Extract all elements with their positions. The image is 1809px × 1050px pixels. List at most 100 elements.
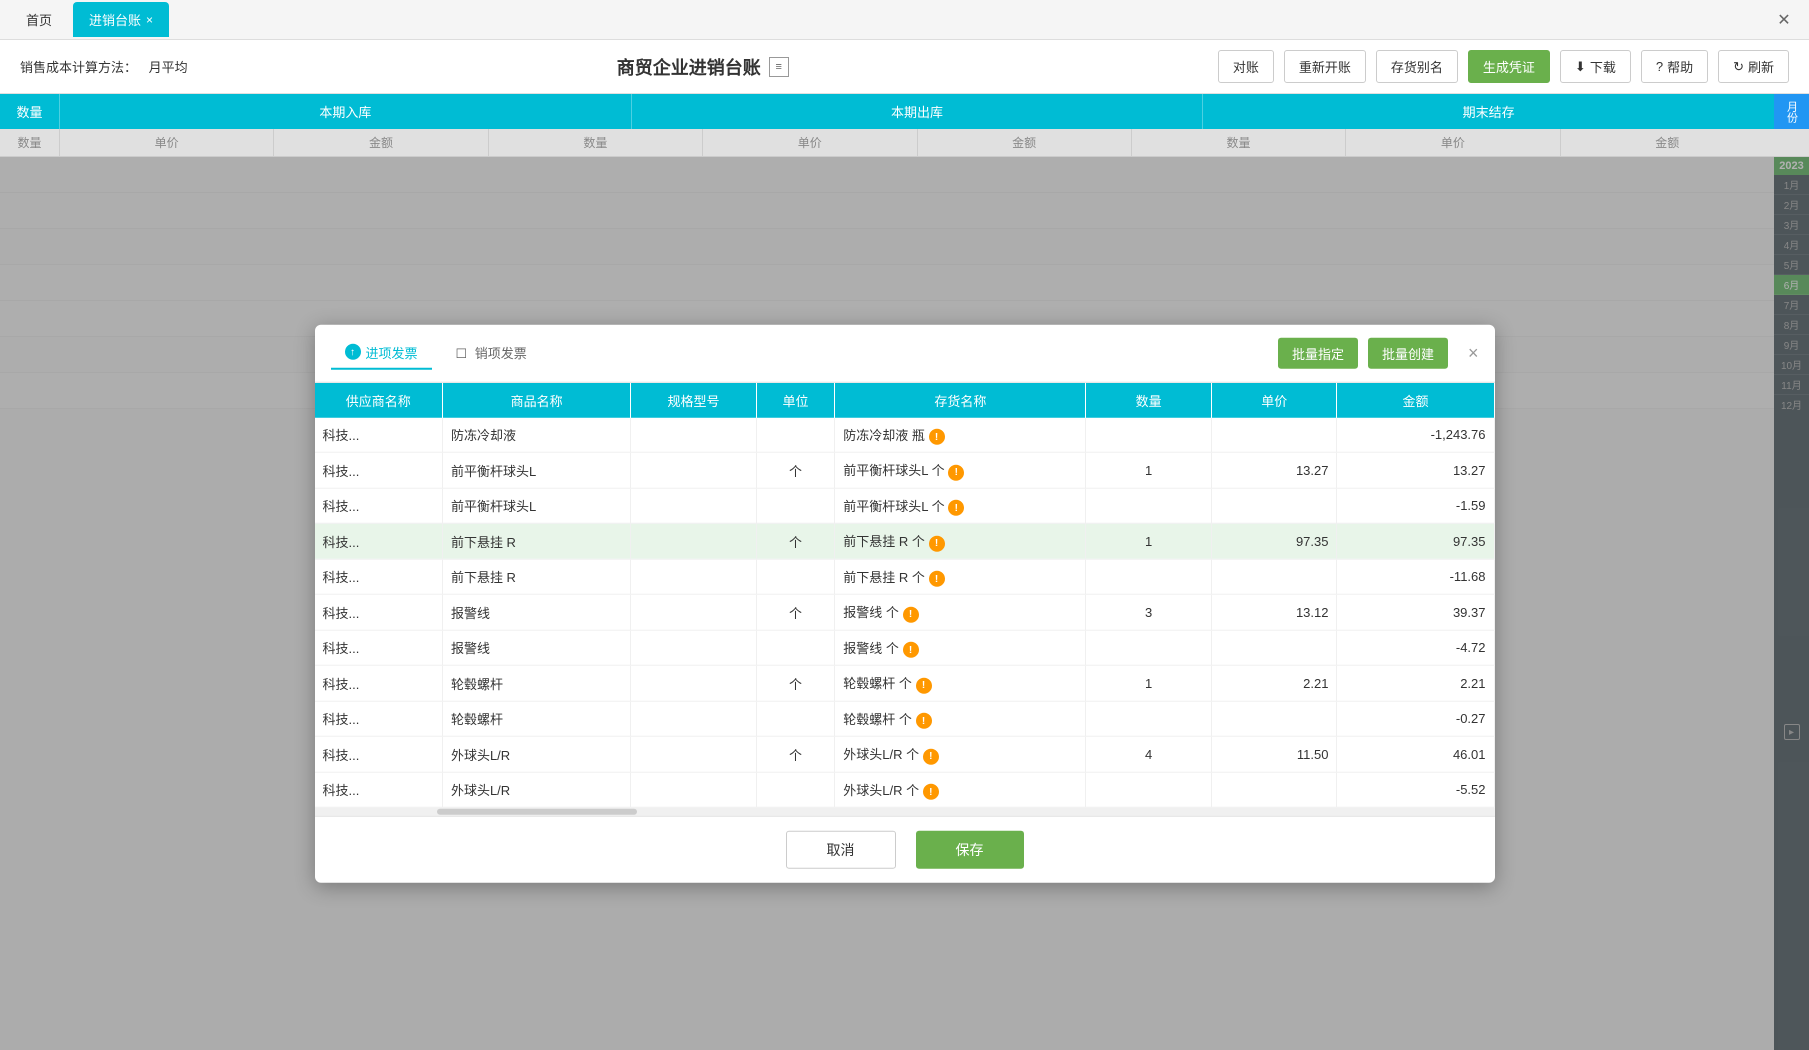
table-cell: 13.27: [1211, 452, 1337, 488]
table-row[interactable]: 科技...报警线报警线 个 !-4.72: [315, 630, 1495, 666]
col-quantity: 数量: [1086, 382, 1212, 417]
table-cell: 13.12: [1211, 594, 1337, 630]
table-cell: 报警线: [442, 594, 630, 630]
table-row[interactable]: 科技...外球头L/R个外球头L/R 个 !411.5046.01: [315, 736, 1495, 772]
table-cell: 个: [756, 665, 834, 701]
table-cell: -11.68: [1337, 559, 1494, 595]
table-cell: [1086, 559, 1212, 595]
batch-assign-button[interactable]: 批量指定: [1278, 337, 1358, 368]
warning-icon: !: [929, 571, 945, 587]
table-cell: 个: [756, 452, 834, 488]
help-label: 帮助: [1667, 57, 1693, 76]
rename-stock-button[interactable]: 存货别名: [1376, 50, 1458, 83]
table-cell: 外球头L/R: [442, 736, 630, 772]
col-product: 商品名称: [442, 382, 630, 417]
col-stock: 存货名称: [835, 382, 1086, 417]
cancel-button[interactable]: 取消: [786, 831, 896, 869]
scrollbar-thumb[interactable]: [437, 809, 637, 815]
table-cell: [1086, 630, 1212, 666]
tab-close-icon[interactable]: ×: [146, 13, 153, 27]
table-row[interactable]: 科技...轮毂螺杆轮毂螺杆 个 !-0.27: [315, 701, 1495, 737]
cost-method-section: 销售成本计算方法： 月平均: [20, 57, 188, 76]
table-cell: [1086, 701, 1212, 737]
table-cell: 外球头L/R: [442, 772, 630, 808]
table-cell: 1: [1086, 452, 1212, 488]
table-cell: 前下悬挂 R 个 !: [835, 559, 1086, 595]
table-row[interactable]: 科技...前下悬挂 R个前下悬挂 R 个 !197.3597.35: [315, 523, 1495, 559]
tab-active-label: 进销台账: [89, 10, 141, 29]
table-cell: 前平衡杆球头L: [442, 452, 630, 488]
table-cell: [1211, 701, 1337, 737]
table-cell: 科技...: [315, 665, 443, 701]
table-cell: [631, 594, 757, 630]
file-icon: ≡: [769, 57, 789, 77]
tab-sales-invoice[interactable]: ☐ 销项发票: [442, 336, 541, 369]
tab-home[interactable]: 首页: [10, 2, 68, 37]
table-cell: 科技...: [315, 417, 443, 452]
table-cell: [631, 772, 757, 808]
table-cell: 科技...: [315, 701, 443, 737]
table-cell: 报警线: [442, 630, 630, 666]
save-button[interactable]: 保存: [916, 831, 1024, 869]
warning-icon: !: [929, 535, 945, 551]
download-icon: ⬇: [1575, 59, 1586, 75]
quantity-col-header: 数量: [0, 94, 60, 129]
table-cell: [756, 559, 834, 595]
table-cell: 46.01: [1337, 736, 1494, 772]
help-button[interactable]: ? 帮助: [1641, 50, 1708, 83]
table-cell: 前下悬挂 R 个 !: [835, 523, 1086, 559]
generate-voucher-button[interactable]: 生成凭证: [1468, 50, 1550, 83]
table-cell: 科技...: [315, 559, 443, 595]
col-amount: 金额: [1337, 382, 1494, 417]
table-cell: 轮毂螺杆 个 !: [835, 701, 1086, 737]
col-unit-price: 单价: [1211, 382, 1337, 417]
table-cell: 科技...: [315, 736, 443, 772]
sub-qty-3: 数量: [1132, 129, 1346, 156]
invoice-table-body: 科技...防冻冷却液防冻冷却液 瓶 !-1,243.76科技...前平衡杆球头L…: [315, 417, 1495, 807]
table-row[interactable]: 科技...外球头L/R外球头L/R 个 !-5.52: [315, 772, 1495, 808]
modal-footer: 取消 保存: [315, 816, 1495, 883]
table-cell: 防冻冷却液: [442, 417, 630, 452]
reopen-button[interactable]: 重新开账: [1284, 50, 1366, 83]
table-cell: 前平衡杆球头L 个 !: [835, 488, 1086, 524]
modal-close-button[interactable]: ×: [1468, 337, 1479, 368]
tab-purchase-invoice[interactable]: ↑ 进项发票: [331, 336, 432, 369]
reconcile-button[interactable]: 对账: [1218, 50, 1274, 83]
table-row[interactable]: 科技...轮毂螺杆个轮毂螺杆 个 !12.212.21: [315, 665, 1495, 701]
table-row[interactable]: 科技...报警线个报警线 个 !313.1239.37: [315, 594, 1495, 630]
warning-icon: !: [903, 642, 919, 658]
table-cell: 个: [756, 594, 834, 630]
table-row[interactable]: 科技...前下悬挂 R前下悬挂 R 个 !-11.68: [315, 559, 1495, 595]
table-cell: 2.21: [1337, 665, 1494, 701]
table-row[interactable]: 科技...前平衡杆球头L个前平衡杆球头L 个 !113.2713.27: [315, 452, 1495, 488]
refresh-button[interactable]: ↻ 刷新: [1718, 50, 1789, 83]
warning-icon: !: [923, 748, 939, 764]
section-headers: 数量 本期入库 本期出库 期末结存 月份: [0, 94, 1809, 129]
tab-active[interactable]: 进销台账 ×: [73, 2, 169, 37]
horizontal-scrollbar[interactable]: [315, 808, 1495, 816]
out-storage-header: 本期出库: [632, 94, 1204, 129]
table-cell: [631, 452, 757, 488]
batch-create-button[interactable]: 批量创建: [1368, 337, 1448, 368]
table-row[interactable]: 科技...前平衡杆球头L前平衡杆球头L 个 !-1.59: [315, 488, 1495, 524]
table-cell: [1211, 559, 1337, 595]
month-panel-label: 月份: [1774, 94, 1809, 129]
toolbar: 销售成本计算方法： 月平均 商贸企业进销台账 ≡ 对账 重新开账 存货别名 生成…: [0, 40, 1809, 94]
modal-dialog: ↑ 进项发票 ☐ 销项发票 批量指定 批量创建 ×: [315, 324, 1495, 883]
table-row[interactable]: 科技...防冻冷却液防冻冷却液 瓶 !-1,243.76: [315, 417, 1495, 452]
table-cell: [756, 488, 834, 524]
page-title: 商贸企业进销台账 ≡: [198, 54, 1208, 80]
download-button[interactable]: ⬇ 下载: [1560, 50, 1631, 83]
table-cell: 科技...: [315, 488, 443, 524]
modal-table: 供应商名称 商品名称 规格型号 单位 存货名称 数量 单价 金额 科技...防冻…: [315, 382, 1495, 816]
table-cell: 外球头L/R 个 !: [835, 736, 1086, 772]
table-cell: 报警线 个 !: [835, 594, 1086, 630]
table-cell: 2.21: [1211, 665, 1337, 701]
table-cell: [756, 417, 834, 452]
table-cell: 前平衡杆球头L: [442, 488, 630, 524]
table-cell: [631, 665, 757, 701]
window-close-button[interactable]: ✕: [1769, 5, 1799, 35]
table-cell: 轮毂螺杆 个 !: [835, 665, 1086, 701]
table-cell: [756, 772, 834, 808]
warning-icon: !: [923, 784, 939, 800]
